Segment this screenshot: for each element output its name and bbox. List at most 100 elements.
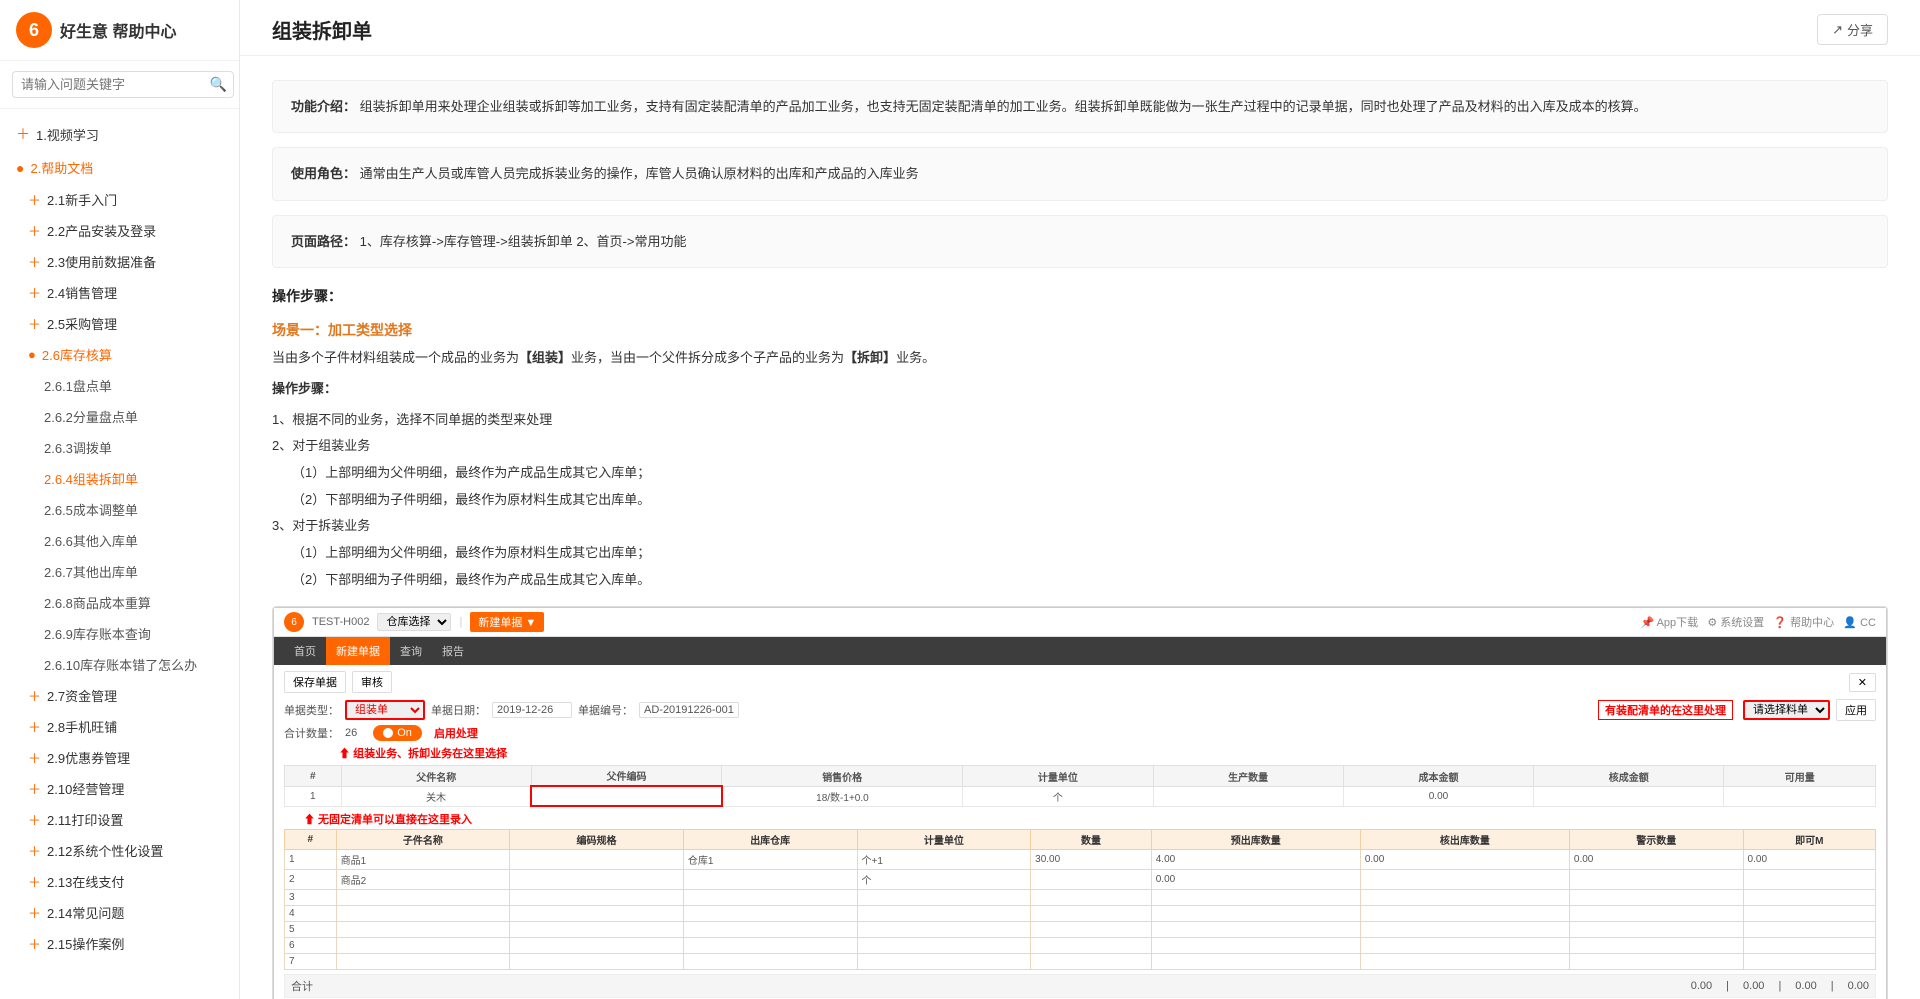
share-label: 分享 [1847,20,1873,39]
td-avail [1724,786,1876,806]
sidebar-leaf-264[interactable]: 2.6.4组装拆卸单 [0,463,239,494]
th-sub-code: 编码规格 [510,830,684,850]
sidebar-item-faq[interactable]: ＋ 2.14常见问题 [0,897,239,928]
sidebar-item-customize[interactable]: ＋ 2.12系统个性化设置 [0,835,239,866]
sidebar-item-payment[interactable]: ＋ 2.13在线支付 [0,866,239,897]
sidebar-leaf-2610[interactable]: 2.6.10库存账本错了怎么办 [0,649,239,680]
app-child-table: # 子件名称 编码规格 出库仓库 计量单位 数量 预出库数量 核出库数量 警示数… [284,829,1876,970]
app-type-label: 单据类型： [284,702,339,718]
sidebar-item-label: 2.1新手入门 [47,190,117,209]
sidebar-item-install[interactable]: ＋ 2.2产品安装及登录 [0,215,239,246]
annotation-enable: 启用处理 [434,725,478,741]
th-sub-name: 子件名称 [336,830,510,850]
sidebar-item-newbie[interactable]: ＋ 2.1新手入门 [0,184,239,215]
func-intro-block: 功能介绍： 组装拆卸单用来处理企业组装或拆卸等加工业务，支持有固定装配清单的产品… [272,80,1888,133]
search-input[interactable] [12,71,234,98]
nav-report[interactable]: 报告 [432,637,474,665]
sidebar-item-label: 2.14常见问题 [47,903,124,922]
sidebar-item-label: 2.6库存核算 [42,345,112,364]
app-apply-btn[interactable]: 应用 [1836,699,1876,721]
topbar: 组装拆卸单 ↗ 分享 [240,0,1920,56]
sidebar-item-label: 2.帮助文档 [30,158,93,177]
nav-home[interactable]: 首页 [284,637,326,665]
sidebar-item-purchase[interactable]: ＋ 2.5采购管理 [0,308,239,339]
sidebar-item-docs[interactable]: ● 2.帮助文档 [0,151,239,184]
th-sub-qty: 数量 [1031,830,1152,850]
screenshot-container: 6 TEST-H002 仓库选择 | 新建单据 ▼ 📌 App下载 ⚙ 系统设置… [272,606,1888,999]
app-company: TEST-H002 [312,616,369,628]
sidebar-item-mgmt[interactable]: ＋ 2.10经营管理 [0,773,239,804]
sidebar-leaf-268[interactable]: 2.6.8商品成本重算 [0,587,239,618]
app-close-btn[interactable]: ✕ [1849,673,1876,692]
path-block: 页面路径： 1、库存核算->库存管理->组装拆卸单 2、首页->常用功能 [272,215,1888,268]
app-review-btn[interactable]: 审核 [352,671,392,693]
table-row: 2 商品2 个 0.00 [285,870,1876,890]
sidebar-item-label: 2.12系统个性化设置 [47,841,163,860]
sidebar-leaf-262[interactable]: 2.6.2分量盘点单 [0,401,239,432]
th-code: 父件编码 [531,766,721,787]
plus-icon: ＋ [28,252,41,271]
app-bom-select[interactable]: 请选择料单 [1743,700,1830,720]
logo-icon: 6 [16,12,52,48]
app-form-toolbar: 保存单据 审核 ✕ [284,671,1876,693]
step2-1: （1）上部明细为父件明细，最终作为产成品生成其它入库单； [272,461,1888,486]
td-unit: 个 [963,786,1153,806]
sidebar-leaf-269[interactable]: 2.6.9库存账本查询 [0,618,239,649]
sidebar-item-cases[interactable]: ＋ 2.15操作案例 [0,928,239,959]
app-logo: 6 [284,612,304,632]
nav-new[interactable]: 新建单据 [326,637,390,665]
th-qty: 生产数量 [1153,766,1343,787]
article-content: 功能介绍： 组装拆卸单用来处理企业组装或拆卸等加工业务，支持有固定装配清单的产品… [240,56,1920,999]
sidebar-item-label: 2.4销售管理 [47,283,117,302]
sidebar-leaf-267[interactable]: 2.6.7其他出库单 [0,556,239,587]
sidebar-item-finance[interactable]: ＋ 2.7资金管理 [0,680,239,711]
sidebar-section-1: ＋ 1.视频学习 [0,117,239,151]
table-row: 6 [285,938,1876,954]
footer-val1: 0.00 [1691,980,1712,992]
sidebar-item-sales[interactable]: ＋ 2.4销售管理 [0,277,239,308]
share-button[interactable]: ↗ 分享 [1817,14,1888,45]
step1: 1、根据不同的业务，选择不同单据的类型来处理 [272,408,1888,433]
th-sub-warnqty: 警示数量 [1569,830,1743,850]
app-billno-label: 单据编号： [578,702,633,718]
sidebar-leaf-263[interactable]: 2.6.3调拨单 [0,432,239,463]
sidebar-item-label: 2.15操作案例 [47,934,124,953]
sidebar: 6 好生意 帮助中心 🔍 ＋ 1.视频学习 ● 2.帮助文档 ＋ 2.1新手入门 [0,0,240,999]
sidebar-item-label: 2.2产品安装及登录 [47,221,156,240]
sidebar-item-mobile[interactable]: ＋ 2.8手机旺铺 [0,711,239,742]
app-type-select[interactable]: 组装单 拆卸单 [345,700,425,720]
nav-tree: ＋ 1.视频学习 ● 2.帮助文档 ＋ 2.1新手入门 ＋ 2.2产品安装及登录 [0,109,239,999]
toggle-text: On [397,727,412,739]
step3-1: （1）上部明细为父件明细，最终作为原材料生成其它出库单； [272,541,1888,566]
search-icon[interactable]: 🔍 [210,76,227,93]
toggle-on-label[interactable]: On [373,725,422,741]
plus-icon: ＋ [28,190,41,209]
sidebar-item-inventory-label[interactable]: ● 2.6库存核算 [0,339,239,370]
th-sub-no: # [285,830,337,850]
sidebar-item-print[interactable]: ＋ 2.11打印设置 [0,804,239,835]
nav-queries[interactable]: 查询 [390,637,432,665]
func-intro-label: 功能介绍： [291,99,356,114]
share-icon: ↗ [1832,22,1843,38]
app-topbar: 6 TEST-H002 仓库选择 | 新建单据 ▼ 📌 App下载 ⚙ 系统设置… [274,608,1886,637]
th-name: 父件名称 [341,766,531,787]
page-title: 组装拆卸单 [272,15,372,44]
app-create-btn[interactable]: 新建单据 ▼ [470,612,544,632]
step2-2: （2）下部明细为子件明细，最终作为原材料生成其它出库单。 [272,488,1888,513]
annotation-type-text: ⬆ 组装业务、拆卸业务在这里选择 [284,745,1876,761]
sidebar-item-coupon[interactable]: ＋ 2.9优惠券管理 [0,742,239,773]
table-row: 1 关木 18/数-1+0.0 个 0.00 [285,786,1876,806]
main-content: 组装拆卸单 ↗ 分享 功能介绍： 组装拆卸单用来处理企业组装或拆卸等加工业务，支… [240,0,1920,999]
sidebar-item-video[interactable]: ＋ 1.视频学习 [0,117,239,151]
sidebar-leaf-265[interactable]: 2.6.5成本调整单 [0,494,239,525]
toggle-circle [383,728,393,738]
td-realcost [1534,786,1724,806]
sidebar-leaf-261[interactable]: 2.6.1盘点单 [0,370,239,401]
app-warehouse-select[interactable]: 仓库选择 [377,613,451,631]
sidebar-item-label: 2.9优惠券管理 [47,748,130,767]
th-sub-realqty: 核出库数量 [1360,830,1569,850]
app-save-btn[interactable]: 保存单据 [284,671,346,693]
sidebar-leaf-266[interactable]: 2.6.6其他入库单 [0,525,239,556]
sidebar-item-data-prep[interactable]: ＋ 2.3使用前数据准备 [0,246,239,277]
plus-icon: ＋ [28,717,41,736]
